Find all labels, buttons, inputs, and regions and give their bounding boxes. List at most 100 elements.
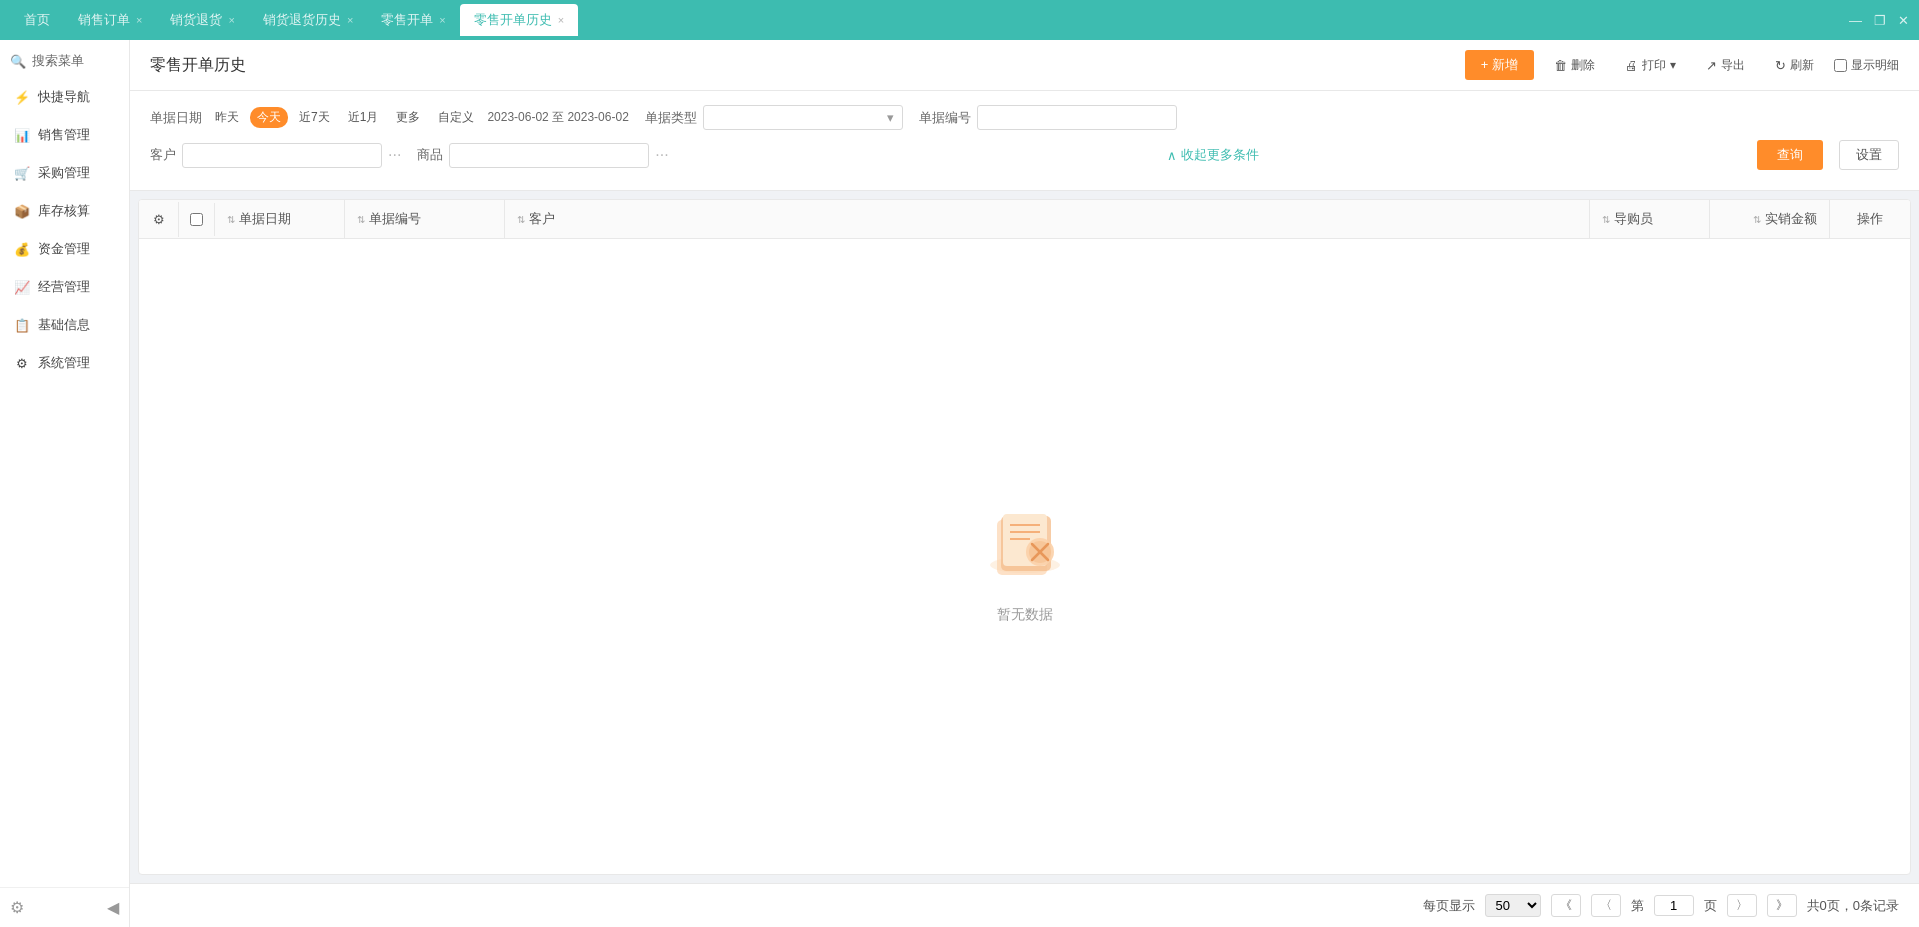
operations-icon: 📈: [14, 279, 30, 295]
print-button-label: 打印: [1642, 57, 1666, 74]
tab-sales-return-history-close[interactable]: ×: [347, 14, 353, 26]
date-more-btn[interactable]: 更多: [389, 107, 427, 128]
sidebar-settings-btn[interactable]: ⚙: [10, 898, 24, 917]
per-page-select[interactable]: 10 20 50 100: [1485, 894, 1541, 917]
goods-filter-label: 商品: [417, 146, 443, 164]
customer-picker-btn[interactable]: ···: [388, 146, 401, 164]
tab-home[interactable]: 首页: [10, 4, 64, 36]
refresh-button[interactable]: ↻ 刷新: [1765, 52, 1824, 79]
export-button[interactable]: ↗ 导出: [1696, 52, 1755, 79]
sidebar-item-basic-info[interactable]: 📋 基础信息: [0, 306, 129, 344]
doc-type-select[interactable]: ▾: [703, 105, 903, 130]
minimize-btn[interactable]: —: [1849, 13, 1862, 28]
show-detail-checkbox-label[interactable]: 显示明细: [1834, 57, 1899, 74]
doc-type-value: [712, 110, 716, 125]
per-page-label: 每页显示: [1423, 897, 1475, 915]
date-7days-btn[interactable]: 近7天: [292, 107, 337, 128]
show-detail-checkbox[interactable]: [1834, 59, 1847, 72]
sidebar: 🔍 搜索菜单 ⚡ 快捷导航 📊 销售管理 🛒 采购管理 📦 库存核算 💰 资金管…: [0, 40, 130, 927]
doc-num-input[interactable]: [977, 105, 1177, 130]
sidebar-item-finance[interactable]: 💰 资金管理: [0, 230, 129, 268]
sidebar-search[interactable]: 🔍 搜索菜单: [0, 40, 129, 78]
sort-date-icon[interactable]: ⇅: [227, 214, 235, 225]
sidebar-item-sales-mgmt[interactable]: 📊 销售管理: [0, 116, 129, 154]
sidebar-item-inventory-label: 库存核算: [38, 202, 90, 220]
sidebar-item-quick-nav[interactable]: ⚡ 快捷导航: [0, 78, 129, 116]
th-checkbox[interactable]: [179, 203, 215, 236]
close-btn[interactable]: ✕: [1898, 13, 1909, 28]
search-icon: 🔍: [10, 54, 26, 69]
sidebar-item-operations[interactable]: 📈 经营管理: [0, 268, 129, 306]
tab-sales-return-close[interactable]: ×: [228, 14, 234, 26]
inventory-icon: 📦: [14, 203, 30, 219]
system-mgmt-icon: ⚙: [14, 355, 30, 371]
first-page-btn[interactable]: 《: [1551, 894, 1581, 917]
collapse-label: 收起更多条件: [1181, 146, 1259, 164]
th-settings[interactable]: ⚙: [139, 202, 179, 237]
last-page-icon: 》: [1776, 898, 1788, 912]
print-button[interactable]: 🖨 打印 ▾: [1615, 52, 1686, 79]
doc-type-filter-group: 单据类型 ▾: [645, 105, 903, 130]
th-customer: ⇅ 客户: [505, 200, 1590, 238]
tab-retail-open-history[interactable]: 零售开单历史 ×: [460, 4, 578, 36]
tab-sales-order-close[interactable]: ×: [136, 14, 142, 26]
page-number-input[interactable]: [1654, 895, 1694, 916]
settings-button-label: 设置: [1856, 146, 1882, 164]
quick-nav-icon: ⚡: [14, 89, 30, 105]
sort-customer-icon[interactable]: ⇅: [517, 214, 525, 225]
th-action-label: 操作: [1857, 210, 1883, 228]
th-guide: ⇅ 导购员: [1590, 200, 1710, 238]
toolbar-actions: + 新增 🗑 删除 🖨 打印 ▾ ↗ 导出 ↻ 刷新: [1465, 50, 1899, 80]
collapse-filter-btn[interactable]: ∧ 收起更多条件: [1167, 146, 1259, 164]
last-page-btn[interactable]: 》: [1767, 894, 1797, 917]
refresh-button-label: 刷新: [1790, 57, 1814, 74]
doc-type-dropdown-icon: ▾: [887, 110, 894, 125]
sidebar-item-purchase-mgmt-label: 采购管理: [38, 164, 90, 182]
sidebar-item-sales-mgmt-label: 销售管理: [38, 126, 90, 144]
sidebar-item-basic-info-label: 基础信息: [38, 316, 90, 334]
table-header: ⚙ ⇅ 单据日期 ⇅ 单据编号 ⇅ 客户 ⇅: [139, 200, 1910, 239]
date-custom-btn[interactable]: 自定义: [431, 107, 481, 128]
table-settings-icon[interactable]: ⚙: [153, 212, 165, 227]
prev-page-icon: 〈: [1600, 898, 1612, 912]
settings-button[interactable]: 设置: [1839, 140, 1899, 170]
tab-sales-return[interactable]: 销货退货 ×: [156, 4, 248, 36]
prev-page-btn[interactable]: 〈: [1591, 894, 1621, 917]
date-yesterday-btn[interactable]: 昨天: [208, 107, 246, 128]
sort-guide-icon[interactable]: ⇅: [1602, 214, 1610, 225]
sidebar-item-system-mgmt[interactable]: ⚙ 系统管理: [0, 344, 129, 382]
goods-filter-group: 商品 ···: [417, 143, 668, 168]
date-1month-btn[interactable]: 近1月: [341, 107, 386, 128]
tab-sales-return-history[interactable]: 销货退货历史 ×: [249, 4, 367, 36]
sidebar-item-purchase-mgmt[interactable]: 🛒 采购管理: [0, 154, 129, 192]
filter-row-2: 客户 ··· 商品 ··· ∧ 收起更多条件 查询 设置: [150, 140, 1899, 170]
sidebar-item-system-mgmt-label: 系统管理: [38, 354, 90, 372]
sidebar-collapse-btn[interactable]: ◀: [107, 898, 119, 917]
next-page-icon: 〉: [1736, 898, 1748, 912]
date-today-btn[interactable]: 今天: [250, 107, 288, 128]
print-dropdown-icon: ▾: [1670, 58, 1676, 72]
add-button[interactable]: + 新增: [1465, 50, 1534, 80]
search-button[interactable]: 查询: [1757, 140, 1823, 170]
content-area: 零售开单历史 + 新增 🗑 删除 🖨 打印 ▾ ↗ 导出: [130, 40, 1919, 927]
goods-input[interactable]: [449, 143, 649, 168]
customer-input[interactable]: [182, 143, 382, 168]
first-page-icon: 《: [1560, 898, 1572, 912]
goods-picker-btn[interactable]: ···: [655, 146, 668, 164]
tab-retail-open-history-close[interactable]: ×: [558, 14, 564, 26]
th-action: 操作: [1830, 200, 1910, 238]
window-controls: — ❐ ✕: [1849, 13, 1909, 28]
th-date: ⇅ 单据日期: [215, 200, 345, 238]
tab-sales-order[interactable]: 销售订单 ×: [64, 4, 156, 36]
tab-retail-open-close[interactable]: ×: [439, 14, 445, 26]
sort-amount-icon[interactable]: ⇅: [1753, 214, 1761, 225]
select-all-checkbox[interactable]: [190, 213, 203, 226]
maximize-btn[interactable]: ❐: [1874, 13, 1886, 28]
sort-num-icon[interactable]: ⇅: [357, 214, 365, 225]
doc-num-filter-group: 单据编号: [919, 105, 1177, 130]
sidebar-item-inventory[interactable]: 📦 库存核算: [0, 192, 129, 230]
tab-retail-open[interactable]: 零售开单 ×: [367, 4, 459, 36]
print-icon: 🖨: [1625, 58, 1638, 73]
delete-button[interactable]: 🗑 删除: [1544, 52, 1605, 79]
next-page-btn[interactable]: 〉: [1727, 894, 1757, 917]
